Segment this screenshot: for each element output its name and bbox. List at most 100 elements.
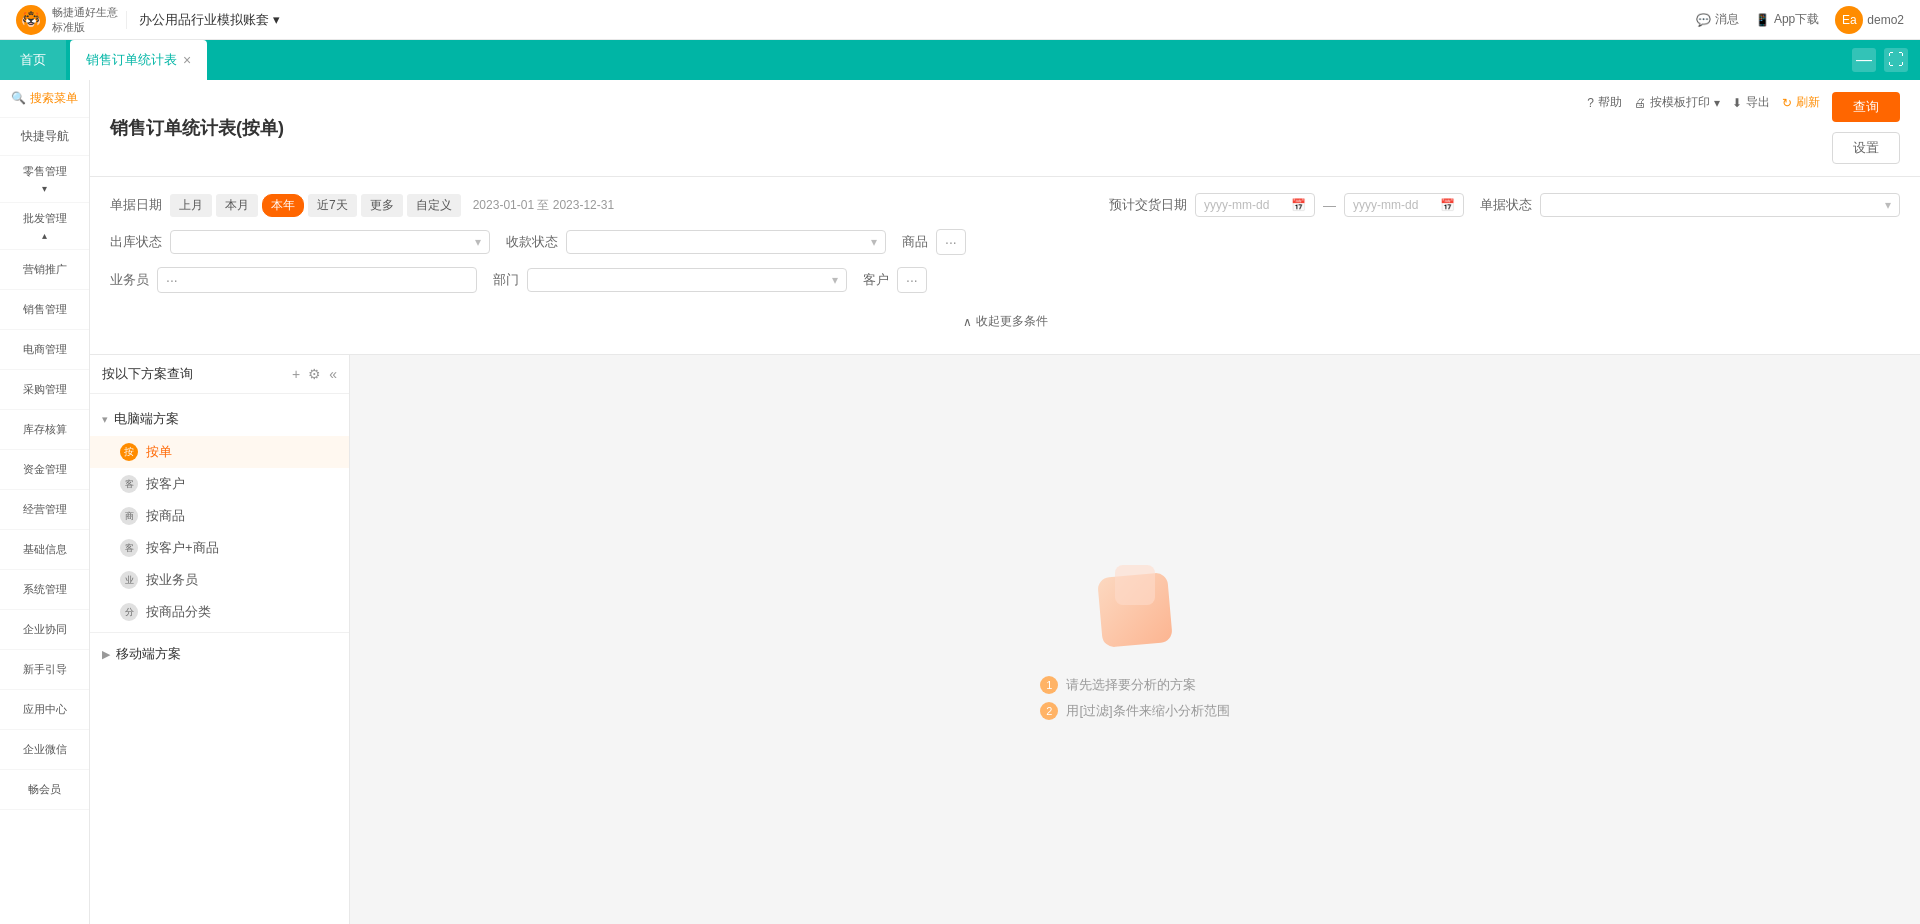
payment-status-select[interactable]: ▾ (566, 230, 886, 254)
sidebar-item-quick-nav[interactable]: 快捷导航 (0, 118, 89, 156)
messages-button[interactable]: 💬 消息 (1696, 11, 1739, 28)
expected-date-start-input[interactable]: yyyy-mm-dd 📅 (1195, 193, 1315, 217)
scheme-settings-button[interactable]: ⚙ (308, 366, 321, 382)
date-btn-last-month[interactable]: 上月 (170, 194, 212, 217)
chevron-down-icon: ▾ (832, 273, 838, 287)
export-button[interactable]: ⬇ 导出 (1732, 94, 1770, 111)
topbar-left: 🐯 畅捷通好生意 标准版 办公用品行业模拟账套 ▾ (16, 5, 280, 35)
filter-panel: 单据日期 上月 本月 本年 近7天 更多 自定义 2023-01-01 至 20… (90, 177, 1920, 355)
scheme-item-by-salesperson[interactable]: 业 按业务员 (90, 564, 349, 596)
filter-department: 部门 ▾ (493, 268, 847, 292)
scheme-section-mobile-header[interactable]: ▶ 移动端方案 (90, 637, 349, 671)
app-download-button[interactable]: 📱 App下载 (1755, 11, 1819, 28)
sidebar-item-system[interactable]: 系统管理 (0, 570, 89, 610)
sidebar-item-purchase[interactable]: 采购管理 (0, 370, 89, 410)
doc-status-select[interactable]: ▾ (1540, 193, 1900, 217)
left-panel-area: 按以下方案查询 + ⚙ « ▾ 电脑端方案 (90, 355, 1920, 924)
scheme-section-pc-header[interactable]: ▾ 电脑端方案 (90, 402, 349, 436)
refresh-button[interactable]: ↻ 刷新 (1782, 94, 1820, 111)
goods-select-button[interactable]: ··· (936, 229, 966, 255)
tab-sales-order-stats[interactable]: 销售订单统计表 × (70, 40, 207, 80)
main-layout: 🔍 搜索菜单 快捷导航 零售管理 ▾ 批发管理 ▴ 营销推广 销售管理 电商管理… (0, 80, 1920, 924)
scheme-item-by-order[interactable]: 按 按单 (90, 436, 349, 468)
sidebar-item-member[interactable]: 畅会员 (0, 770, 89, 810)
filter-payment-status: 收款状态 ▾ (506, 230, 886, 254)
tab-minimize-button[interactable]: — (1852, 48, 1876, 72)
scheme-item-by-goods[interactable]: 商 按商品 (90, 500, 349, 532)
print-icon: 🖨 (1634, 96, 1646, 110)
settings-button[interactable]: 设置 (1832, 132, 1900, 164)
collapse-bar[interactable]: ∧ 收起更多条件 (110, 305, 1900, 338)
sidebar-item-guide[interactable]: 新手引导 (0, 650, 89, 690)
filter-date: 单据日期 上月 本月 本年 近7天 更多 自定义 2023-01-01 至 20… (110, 194, 614, 217)
page-header: 销售订单统计表(按单) ? 帮助 🖨 按模板打印 ▾ ⬇ 导出 (90, 80, 1920, 177)
scheme-item-by-goods-category[interactable]: 分 按商品分类 (90, 596, 349, 628)
expected-date-label: 预计交货日期 (1109, 196, 1187, 214)
scheme-icon-goods-cat: 分 (120, 603, 138, 621)
filter-goods: 商品 ··· (902, 229, 966, 255)
chevron-down-icon: ▾ (273, 12, 280, 27)
sidebar-item-ecommerce[interactable]: 电商管理 (0, 330, 89, 370)
empty-hint-1: 1 请先选择要分析的方案 (1040, 676, 1229, 694)
date-btn-custom[interactable]: 自定义 (407, 194, 461, 217)
sidebar-item-basic-info[interactable]: 基础信息 (0, 530, 89, 570)
filter-customer: 客户 ··· (863, 267, 927, 293)
sidebar-item-app-center[interactable]: 应用中心 (0, 690, 89, 730)
sidebar-item-retail[interactable]: 零售管理 ▾ (0, 156, 89, 203)
chevron-down-icon: ▾ (1714, 96, 1720, 110)
expected-date-end-input[interactable]: yyyy-mm-dd 📅 (1344, 193, 1464, 217)
sidebar-item-sales[interactable]: 销售管理 (0, 290, 89, 330)
doc-status-label: 单据状态 (1480, 196, 1532, 214)
sidebar-item-finance[interactable]: 资金管理 (0, 450, 89, 490)
sidebar-item-wholesale[interactable]: 批发管理 ▴ (0, 203, 89, 250)
user-menu[interactable]: Ea demo2 (1835, 6, 1904, 34)
customer-select-button[interactable]: ··· (897, 267, 927, 293)
collapse-panel-button[interactable]: « (329, 366, 337, 382)
scheme-icon-goods: 商 (120, 507, 138, 525)
tab-maximize-button[interactable]: ⛶ (1884, 48, 1908, 72)
scheme-icon-order: 按 (120, 443, 138, 461)
scheme-item-by-customer-goods[interactable]: 客 按客户+商品 (90, 532, 349, 564)
avatar: Ea (1835, 6, 1863, 34)
message-icon: 💬 (1696, 13, 1711, 27)
filter-expected-date: 预计交货日期 yyyy-mm-dd 📅 — yyyy-mm-dd 📅 (1109, 193, 1464, 217)
sidebar-item-inventory[interactable]: 库存核算 (0, 410, 89, 450)
sidebar: 🔍 搜索菜单 快捷导航 零售管理 ▾ 批发管理 ▴ 营销推广 销售管理 电商管理… (0, 80, 90, 924)
department-select[interactable]: ▾ (527, 268, 847, 292)
sidebar-item-enterprise[interactable]: 企业协同 (0, 610, 89, 650)
sidebar-item-wechat[interactable]: 企业微信 (0, 730, 89, 770)
help-button[interactable]: ? 帮助 (1587, 94, 1622, 111)
left-panel-actions: + ⚙ « (292, 366, 337, 382)
tab-home[interactable]: 首页 (0, 40, 66, 80)
hint-number-2: 2 (1040, 702, 1058, 720)
date-btn-7days[interactable]: 近7天 (308, 194, 357, 217)
calendar-icon: 📅 (1291, 198, 1306, 212)
ship-status-select[interactable]: ▾ (170, 230, 490, 254)
scheme-section-mobile: ▶ 移动端方案 (90, 632, 349, 671)
sidebar-item-marketing[interactable]: 营销推广 (0, 250, 89, 290)
date-btn-this-year[interactable]: 本年 (262, 194, 304, 217)
salesperson-select-button[interactable]: ··· (157, 267, 477, 293)
tab-close-icon[interactable]: × (183, 52, 191, 68)
sidebar-item-operations[interactable]: 经营管理 (0, 490, 89, 530)
search-icon: 🔍 (11, 91, 26, 105)
page-title: 销售订单统计表(按单) (110, 116, 284, 140)
topbar: 🐯 畅捷通好生意 标准版 办公用品行业模拟账套 ▾ 💬 消息 📱 App下载 E… (0, 0, 1920, 40)
empty-hints: 1 请先选择要分析的方案 2 用[过滤]条件来缩小分析范围 (1040, 676, 1229, 720)
scheme-item-by-customer[interactable]: 客 按客户 (90, 468, 349, 500)
sidebar-search[interactable]: 🔍 搜索菜单 (0, 80, 89, 118)
refresh-icon: ↻ (1782, 96, 1792, 110)
date-btn-this-month[interactable]: 本月 (216, 194, 258, 217)
query-button[interactable]: 查询 (1832, 92, 1900, 122)
empty-hint-2: 2 用[过滤]条件来缩小分析范围 (1040, 702, 1229, 720)
salesperson-label: 业务员 (110, 271, 149, 289)
add-scheme-button[interactable]: + (292, 366, 300, 382)
date-quick-buttons: 上月 本月 本年 近7天 更多 自定义 (170, 194, 461, 217)
print-button[interactable]: 🖨 按模板打印 ▾ (1634, 94, 1720, 111)
date-btn-more[interactable]: 更多 (361, 194, 403, 217)
empty-state: 1 请先选择要分析的方案 2 用[过滤]条件来缩小分析范围 (350, 355, 1920, 924)
chevron-down-icon: ▾ (42, 183, 47, 194)
scheme-list: ▾ 电脑端方案 按 按单 客 按客户 (90, 394, 349, 679)
app-selector[interactable]: 办公用品行业模拟账套 ▾ (126, 11, 280, 29)
scheme-section-pc: ▾ 电脑端方案 按 按单 客 按客户 (90, 402, 349, 628)
